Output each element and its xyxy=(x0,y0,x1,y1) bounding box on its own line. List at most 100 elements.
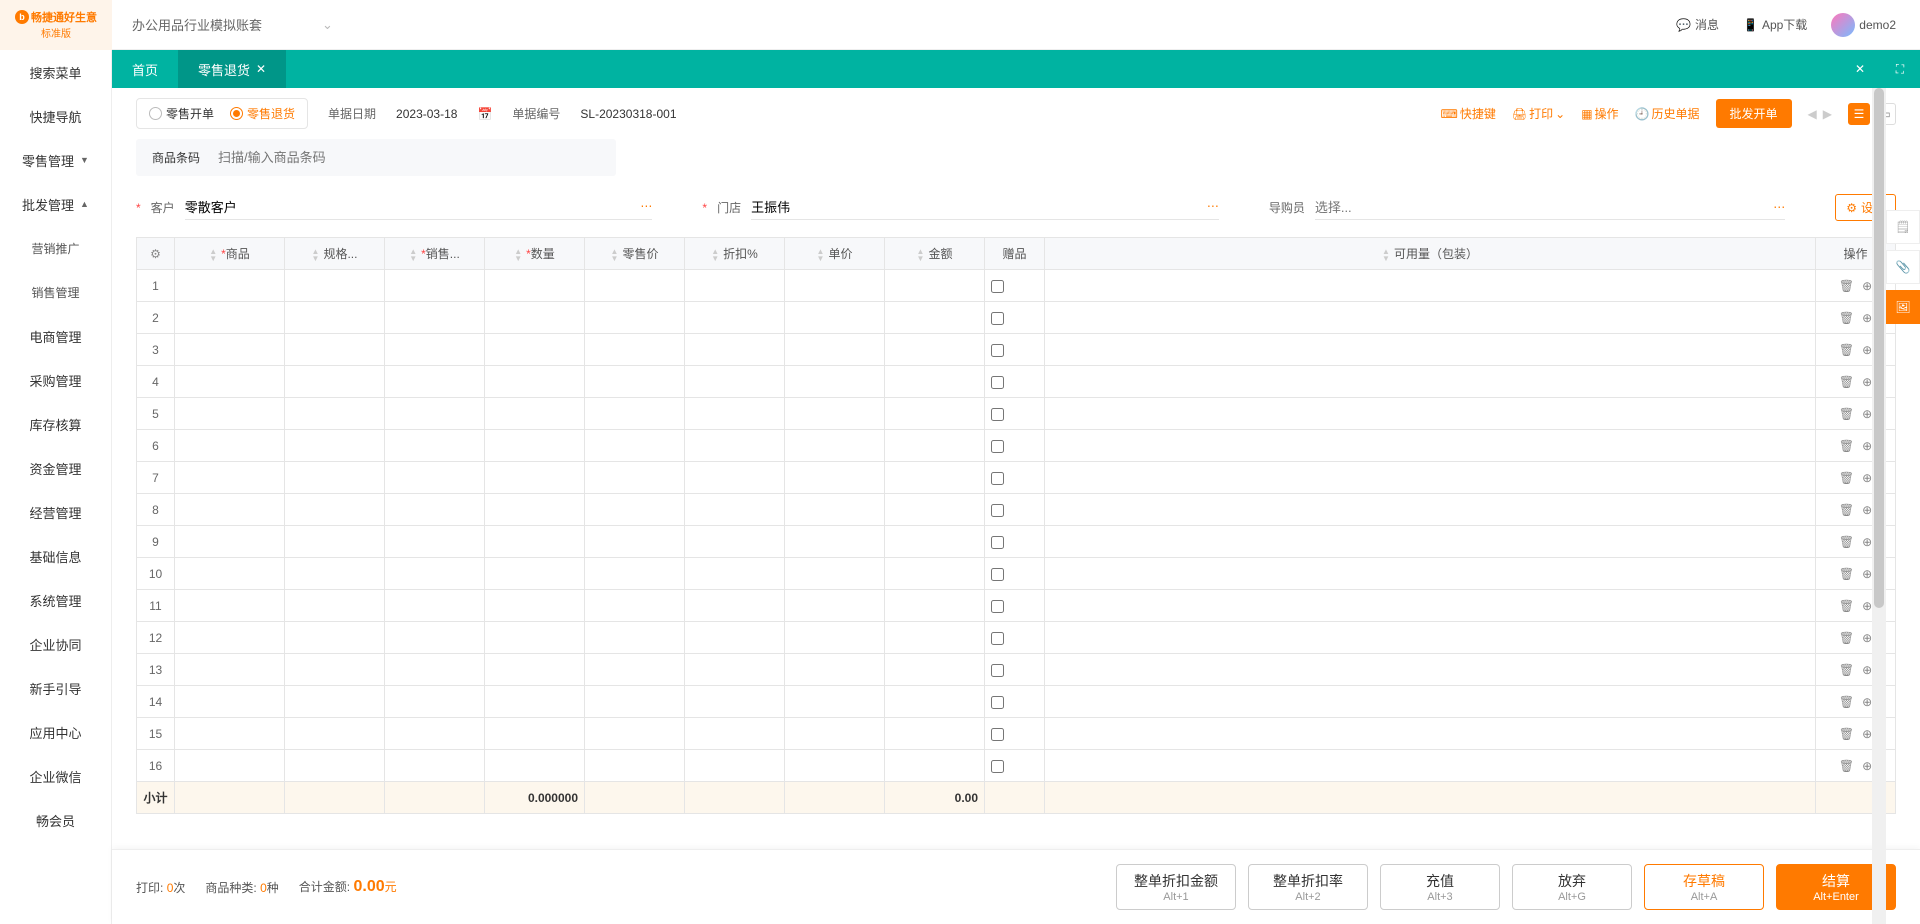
table-row[interactable]: 12🗑⊕ xyxy=(137,622,1896,654)
delete-icon[interactable]: 🗑 xyxy=(1839,695,1854,709)
sidebar-item-11[interactable]: 基础信息 xyxy=(0,534,111,578)
gift-checkbox[interactable] xyxy=(991,312,1004,325)
col-gear[interactable]: ⚙ xyxy=(137,238,175,270)
gift-checkbox[interactable] xyxy=(991,760,1004,773)
col-gift[interactable]: 赠品 xyxy=(985,238,1045,270)
sidebar-item-10[interactable]: 经营管理 xyxy=(0,490,111,534)
operate-button[interactable]: ▦操作 xyxy=(1581,105,1618,122)
delete-icon[interactable]: 🗑 xyxy=(1839,535,1854,549)
table-row[interactable]: 5🗑⊕ xyxy=(137,398,1896,430)
add-icon[interactable]: ⊕ xyxy=(1862,471,1872,485)
store-input[interactable] xyxy=(751,199,1219,214)
table-row[interactable]: 13🗑⊕ xyxy=(137,654,1896,686)
gift-checkbox[interactable] xyxy=(991,408,1004,421)
col-qty[interactable]: ▲▼*数量 xyxy=(485,238,585,270)
logo-block[interactable]: b畅捷通好生意 标准版 xyxy=(0,0,112,50)
delete-icon[interactable]: 🗑 xyxy=(1839,279,1854,293)
shortcut-button[interactable]: ⌨快捷键 xyxy=(1441,105,1496,122)
rail-note-icon[interactable]: 🗒 xyxy=(1886,210,1920,244)
add-icon[interactable]: ⊕ xyxy=(1862,599,1872,613)
add-icon[interactable]: ⊕ xyxy=(1862,375,1872,389)
delete-icon[interactable]: 🗑 xyxy=(1839,759,1854,773)
col-amount[interactable]: ▲▼金额 xyxy=(885,238,985,270)
gift-checkbox[interactable] xyxy=(991,504,1004,517)
add-icon[interactable]: ⊕ xyxy=(1862,279,1872,293)
footer-button-3[interactable]: 放弃Alt+G xyxy=(1512,864,1632,910)
gift-checkbox[interactable] xyxy=(991,696,1004,709)
delete-icon[interactable]: 🗑 xyxy=(1839,503,1854,517)
next-icon[interactable]: ▶ xyxy=(1823,107,1832,121)
calendar-icon[interactable]: 📅 xyxy=(477,107,492,121)
user-menu[interactable]: demo2 xyxy=(1831,13,1896,37)
delete-icon[interactable]: 🗑 xyxy=(1839,471,1854,485)
delete-icon[interactable]: 🗑 xyxy=(1839,343,1854,357)
sidebar-item-5[interactable]: 销售管理 xyxy=(0,270,111,314)
table-row[interactable]: 6🗑⊕ xyxy=(137,430,1896,462)
add-icon[interactable]: ⊕ xyxy=(1862,535,1872,549)
fullscreen-icon[interactable]: ⛶ xyxy=(1880,50,1920,88)
gift-checkbox[interactable] xyxy=(991,728,1004,741)
footer-button-4[interactable]: 存草稿Alt+A xyxy=(1644,864,1764,910)
add-icon[interactable]: ⊕ xyxy=(1862,663,1872,677)
table-row[interactable]: 9🗑⊕ xyxy=(137,526,1896,558)
delete-icon[interactable]: 🗑 xyxy=(1839,375,1854,389)
app-download-button[interactable]: 📱App下载 xyxy=(1743,16,1807,33)
radio-retail-open[interactable]: 零售开单 xyxy=(149,105,214,122)
col-available[interactable]: ▲▼可用量（包装） xyxy=(1045,238,1816,270)
footer-button-2[interactable]: 充值Alt+3 xyxy=(1380,864,1500,910)
gift-checkbox[interactable] xyxy=(991,632,1004,645)
delete-icon[interactable]: 🗑 xyxy=(1839,631,1854,645)
more-icon[interactable]: ⋯ xyxy=(1773,200,1785,214)
gift-checkbox[interactable] xyxy=(991,280,1004,293)
add-icon[interactable]: ⊕ xyxy=(1862,439,1872,453)
delete-icon[interactable]: 🗑 xyxy=(1839,439,1854,453)
more-icon[interactable]: ⋯ xyxy=(640,199,652,213)
add-icon[interactable]: ⊕ xyxy=(1862,631,1872,645)
table-row[interactable]: 16🗑⊕ xyxy=(137,750,1896,782)
date-value[interactable]: 2023-03-18 xyxy=(396,107,457,121)
tab-close-icon[interactable]: ✕ xyxy=(1840,50,1880,88)
scrollbar-thumb[interactable] xyxy=(1874,88,1884,608)
gift-checkbox[interactable] xyxy=(991,568,1004,581)
gift-checkbox[interactable] xyxy=(991,600,1004,613)
table-row[interactable]: 10🗑⊕ xyxy=(137,558,1896,590)
sidebar-item-6[interactable]: 电商管理 xyxy=(0,314,111,358)
table-row[interactable]: 14🗑⊕ xyxy=(137,686,1896,718)
print-button[interactable]: 🖨打印 ⌄ xyxy=(1512,105,1565,122)
table-row[interactable]: 1🗑⊕ xyxy=(137,270,1896,302)
sidebar-item-9[interactable]: 资金管理 xyxy=(0,446,111,490)
sidebar-item-4[interactable]: 营销推广 xyxy=(0,226,111,270)
barcode-input[interactable] xyxy=(218,150,600,165)
gift-checkbox[interactable] xyxy=(991,536,1004,549)
sidebar-item-2[interactable]: 零售管理▼ xyxy=(0,138,111,182)
add-icon[interactable]: ⊕ xyxy=(1862,343,1872,357)
sidebar-item-1[interactable]: 快捷导航 xyxy=(0,94,111,138)
gift-checkbox[interactable] xyxy=(991,440,1004,453)
history-button[interactable]: 🕘历史单据 xyxy=(1635,105,1700,122)
scrollbar-track[interactable] xyxy=(1872,88,1886,924)
sidebar-item-8[interactable]: 库存核算 xyxy=(0,402,111,446)
delete-icon[interactable]: 🗑 xyxy=(1839,567,1854,581)
messages-button[interactable]: 💬消息 xyxy=(1676,16,1719,33)
col-sale[interactable]: ▲▼*销售... xyxy=(385,238,485,270)
rail-image-icon[interactable]: 🖼 xyxy=(1886,290,1920,324)
radio-retail-return[interactable]: 零售退货 xyxy=(230,105,295,122)
delete-icon[interactable]: 🗑 xyxy=(1839,663,1854,677)
gift-checkbox[interactable] xyxy=(991,376,1004,389)
tab-0[interactable]: 首页 xyxy=(112,50,178,88)
delete-icon[interactable]: 🗑 xyxy=(1839,727,1854,741)
gift-checkbox[interactable] xyxy=(991,472,1004,485)
sidebar-item-14[interactable]: 新手引导 xyxy=(0,666,111,710)
sidebar-item-15[interactable]: 应用中心 xyxy=(0,710,111,754)
sidebar-item-12[interactable]: 系统管理 xyxy=(0,578,111,622)
sidebar-item-16[interactable]: 企业微信 xyxy=(0,754,111,798)
footer-button-1[interactable]: 整单折扣率Alt+2 xyxy=(1248,864,1368,910)
rail-attach-icon[interactable]: 📎 xyxy=(1886,250,1920,284)
customer-input[interactable] xyxy=(185,199,653,214)
add-icon[interactable]: ⊕ xyxy=(1862,567,1872,581)
table-row[interactable]: 2🗑⊕ xyxy=(137,302,1896,334)
footer-button-0[interactable]: 整单折扣金额Alt+1 xyxy=(1116,864,1236,910)
add-icon[interactable]: ⊕ xyxy=(1862,727,1872,741)
table-row[interactable]: 8🗑⊕ xyxy=(137,494,1896,526)
table-row[interactable]: 11🗑⊕ xyxy=(137,590,1896,622)
